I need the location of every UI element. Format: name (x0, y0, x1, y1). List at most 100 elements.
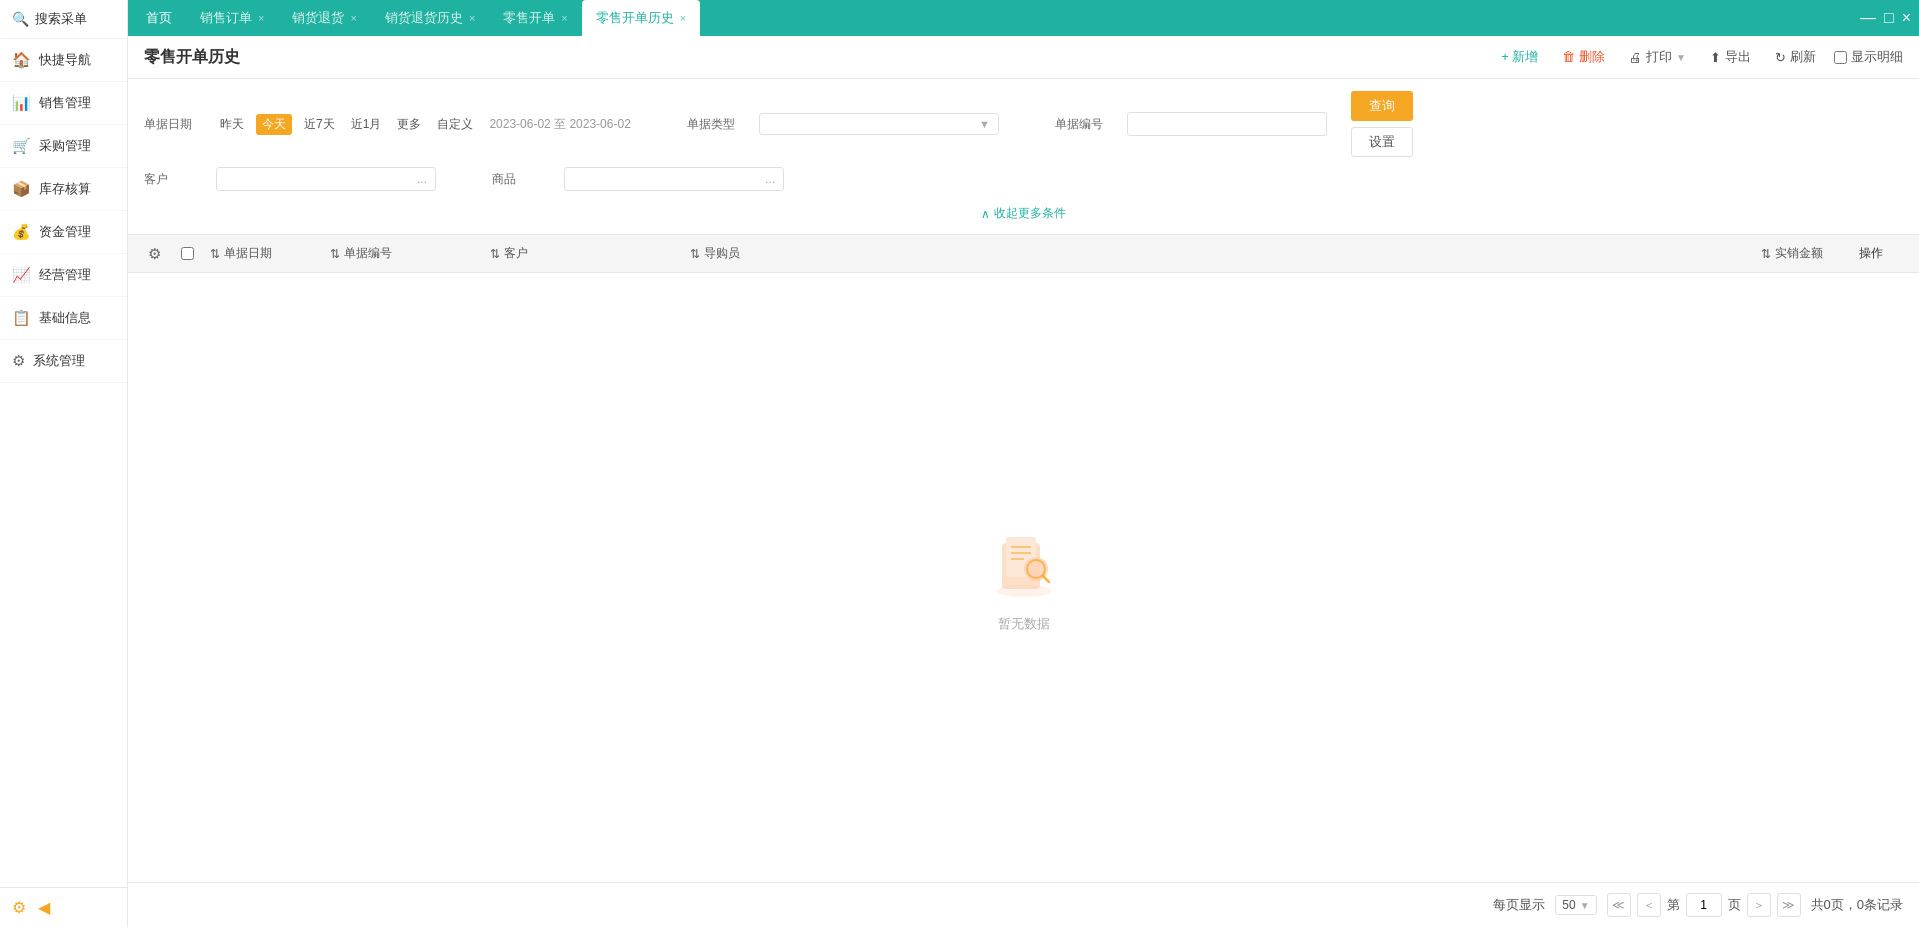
table-header: ⚙ ⇅ 单据日期 ⇅ 单据编号 ⇅ 客户 ⇅ 导购员 ⇅ (128, 235, 1919, 273)
select-all-checkbox[interactable] (181, 247, 194, 260)
action-buttons: 查询 设置 (1351, 91, 1413, 157)
th-amount[interactable]: ⇅ 实销金额 (1731, 245, 1831, 262)
display-detail-toggle[interactable]: 显示明细 (1834, 48, 1903, 66)
query-button[interactable]: 查询 (1351, 91, 1413, 121)
tab-sales-return[interactable]: 销货退货 × (278, 0, 370, 36)
first-page-btn[interactable]: ≪ (1607, 893, 1631, 917)
add-button[interactable]: + 新增 (1495, 44, 1544, 70)
tab-retail-open-label: 零售开单 (503, 9, 555, 27)
refresh-button[interactable]: ↻ 刷新 (1769, 44, 1822, 70)
tab-sales-return-history-close[interactable]: × (469, 12, 475, 24)
sidebar-item-sales-mgmt[interactable]: 📊 销售管理 (0, 82, 127, 125)
sidebar-item-basic-info[interactable]: 📋 基础信息 (0, 297, 127, 340)
display-detail-checkbox[interactable] (1834, 51, 1847, 64)
doc-type-select[interactable]: ▼ (759, 113, 999, 135)
export-button[interactable]: ⬆ 导出 (1704, 44, 1757, 70)
tab-sales-return-label: 销货退货 (292, 9, 344, 27)
total-info: 共0页，0条记录 (1811, 896, 1903, 914)
doc-no-input[interactable] (1127, 112, 1327, 136)
date-option-today[interactable]: 今天 (256, 114, 292, 135)
maximize-btn[interactable]: □ (1884, 9, 1894, 27)
collapse-sidebar-icon[interactable]: ◀ (38, 898, 50, 917)
toolbar: 零售开单历史 + 新增 🗑 删除 🖨 打印 ▼ ⬆ 导出 ↻ 刷新 显示明细 (128, 36, 1919, 79)
main-area: 首页 销售订单 × 销货退货 × 销货退货历史 × 零售开单 × 零售开单历史 … (128, 0, 1919, 927)
date-range-display: 2023-06-02 至 2023-06-02 (489, 116, 630, 133)
tab-home-label: 首页 (146, 9, 172, 27)
home-icon: 🏠 (12, 51, 31, 69)
close-btn[interactable]: × (1902, 9, 1911, 27)
search-label: 搜索采单 (35, 10, 87, 28)
refresh-label: 刷新 (1790, 48, 1816, 66)
search-entry[interactable]: 🔍 搜索采单 (0, 0, 127, 39)
th-customer-label: 客户 (504, 245, 528, 262)
page-size-value: 50 (1562, 898, 1575, 912)
page-size-select[interactable]: 50 ▼ (1555, 895, 1596, 915)
next-page-btn[interactable]: ＞ (1747, 893, 1771, 917)
th-date-label: 单据日期 (224, 245, 272, 262)
sidebar-item-system[interactable]: ⚙ 系统管理 (0, 340, 127, 383)
sidebar-item-label: 系统管理 (33, 352, 85, 370)
toolbar-actions: + 新增 🗑 删除 🖨 打印 ▼ ⬆ 导出 ↻ 刷新 显示明细 (1495, 44, 1903, 70)
goods-ellipsis: ... (765, 172, 775, 186)
cart-icon: 🛒 (12, 137, 31, 155)
settings-button[interactable]: 设置 (1351, 127, 1413, 157)
prev-page-btn[interactable]: ＜ (1637, 893, 1661, 917)
sidebar-item-purchase-mgmt[interactable]: 🛒 采购管理 (0, 125, 127, 168)
chart-icon: 📊 (12, 94, 31, 112)
goods-input[interactable]: ... (564, 167, 784, 191)
tab-retail-open-history[interactable]: 零售开单历史 × (582, 0, 700, 36)
tab-sales-order[interactable]: 销售订单 × (186, 0, 278, 36)
sort-icon-guide: ⇅ (690, 247, 700, 261)
date-option-more[interactable]: 更多 (393, 114, 425, 135)
current-page-input[interactable] (1686, 893, 1722, 917)
tab-retail-open[interactable]: 零售开单 × (489, 0, 581, 36)
tab-sales-return-history[interactable]: 销货退货历史 × (371, 0, 489, 36)
print-button[interactable]: 🖨 打印 ▼ (1623, 44, 1692, 70)
delete-button[interactable]: 🗑 删除 (1556, 44, 1611, 70)
th-date[interactable]: ⇅ 单据日期 (202, 245, 322, 262)
customer-input[interactable]: ... (216, 167, 436, 191)
tab-retail-open-history-close[interactable]: × (680, 12, 686, 24)
collapse-button[interactable]: ∧ 收起更多条件 (144, 201, 1903, 222)
sidebar-item-inventory[interactable]: 📦 库存核算 (0, 168, 127, 211)
date-option-last7[interactable]: 近7天 (300, 114, 339, 135)
sidebar-item-label: 库存核算 (39, 180, 91, 198)
doc-type-label: 单据类型 (687, 116, 743, 133)
date-option-custom[interactable]: 自定义 (433, 114, 477, 135)
tab-retail-open-close[interactable]: × (561, 12, 567, 24)
minimize-btn[interactable]: — (1860, 9, 1876, 27)
th-customer[interactable]: ⇅ 客户 (482, 245, 682, 262)
sidebar-item-label: 采购管理 (39, 137, 91, 155)
sidebar-item-operations[interactable]: 📈 经营管理 (0, 254, 127, 297)
tab-home[interactable]: 首页 (132, 0, 186, 36)
doc-icon: 📋 (12, 309, 31, 327)
th-order-no[interactable]: ⇅ 单据编号 (322, 245, 482, 262)
sort-icon-customer: ⇅ (490, 247, 500, 261)
sidebar-item-quick-nav[interactable]: 🏠 快捷导航 (0, 39, 127, 82)
settings-icon[interactable]: ⚙ (12, 898, 26, 917)
money-icon: 💰 (12, 223, 31, 241)
sidebar-item-label: 基础信息 (39, 309, 91, 327)
box-icon: 📦 (12, 180, 31, 198)
date-option-last-month[interactable]: 近1月 (347, 114, 386, 135)
date-option-yesterday[interactable]: 昨天 (216, 114, 248, 135)
tab-sales-return-close[interactable]: × (350, 12, 356, 24)
th-guide[interactable]: ⇅ 导购员 (682, 245, 802, 262)
print-icon: 🖨 (1629, 50, 1642, 65)
sidebar-item-finance[interactable]: 💰 资金管理 (0, 211, 127, 254)
th-op-label: 操作 (1859, 245, 1883, 262)
tab-sales-order-label: 销售订单 (200, 9, 252, 27)
table-select-all[interactable] (172, 247, 202, 260)
export-icon: ⬆ (1710, 50, 1721, 65)
last-page-btn[interactable]: ≫ (1777, 893, 1801, 917)
sidebar-item-label: 经营管理 (39, 266, 91, 284)
table-settings-icon[interactable]: ⚙ (136, 245, 172, 263)
tab-sales-order-close[interactable]: × (258, 12, 264, 24)
th-order-no-label: 单据编号 (344, 245, 392, 262)
collapse-label: 收起更多条件 (994, 205, 1066, 222)
filter-area: 单据日期 昨天 今天 近7天 近1月 更多 自定义 2023-06-02 至 2… (128, 79, 1919, 235)
gear-icon: ⚙ (12, 352, 25, 370)
print-label: 打印 (1646, 48, 1672, 66)
window-controls: — □ × (1860, 0, 1911, 36)
date-options: 昨天 今天 近7天 近1月 更多 自定义 2023-06-02 至 2023-0… (216, 114, 631, 135)
